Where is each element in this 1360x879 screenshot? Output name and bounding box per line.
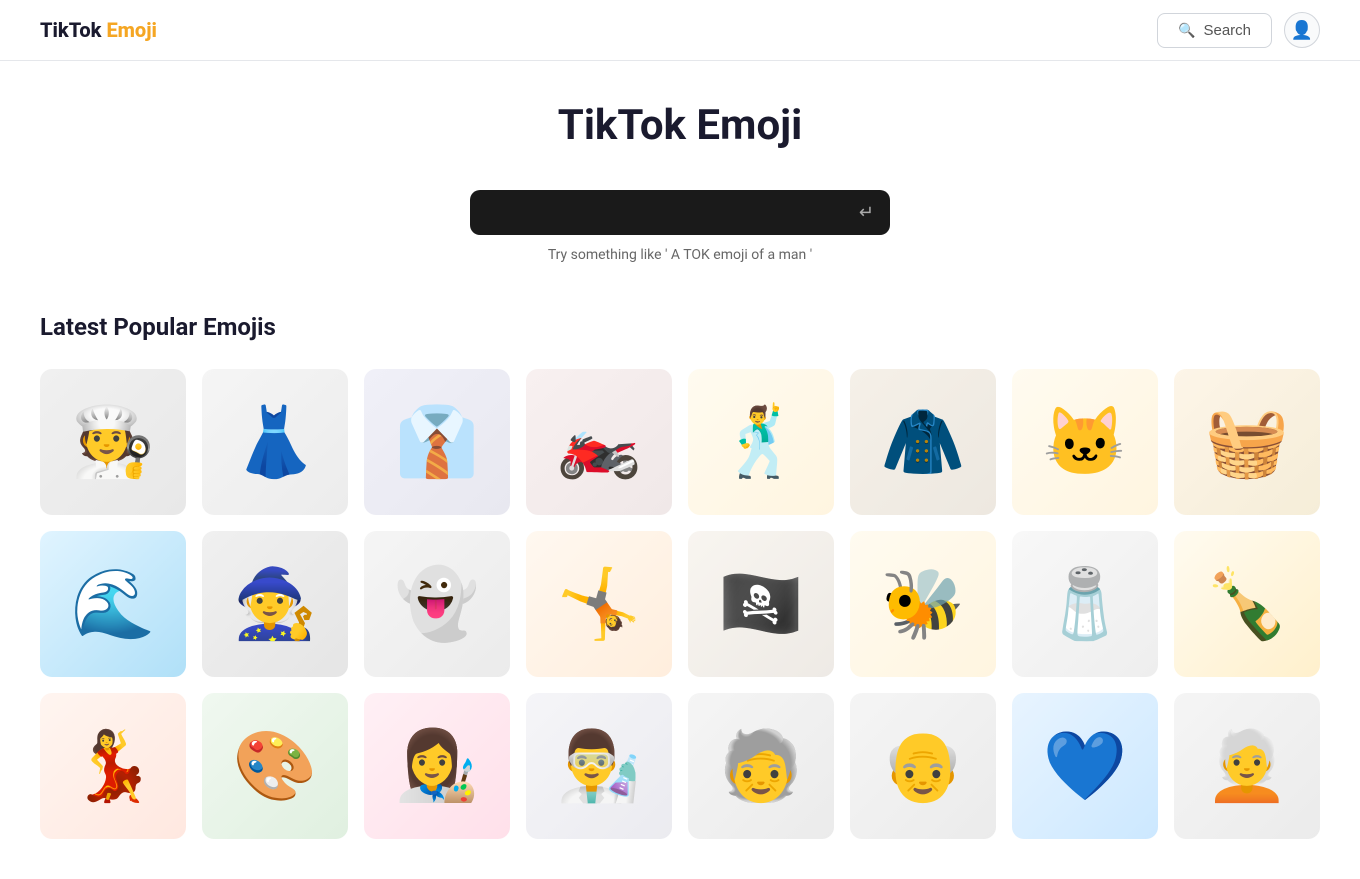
emoji-card-dancing-man[interactable]: 🕺 <box>688 369 834 515</box>
search-icon: 🔍 <box>1178 22 1195 39</box>
emoji-card-frida-2[interactable]: 🎨 <box>202 693 348 839</box>
search-container: ↵ <box>40 190 1320 235</box>
emoji-card-tequila-bottle[interactable]: 🍾 <box>1174 531 1320 677</box>
user-profile-button[interactable]: 👤 <box>1284 12 1320 48</box>
search-button-label: Search <box>1203 22 1251 39</box>
emoji-card-falling-person[interactable]: 🤸 <box>526 531 672 677</box>
emoji-card-einstein-sitting[interactable]: 👨‍🔬 <box>526 693 672 839</box>
emoji-card-motorcycle[interactable]: 🏍️ <box>526 369 672 515</box>
search-input[interactable] <box>486 204 849 222</box>
emoji-card-pirate-kid[interactable]: 🏴‍☠️ <box>688 531 834 677</box>
enter-icon[interactable]: ↵ <box>859 202 874 223</box>
emoji-card-salt-shaker[interactable]: 🧂 <box>1012 531 1158 677</box>
emoji-card-frida-1[interactable]: 💃 <box>40 693 186 839</box>
emoji-card-basket[interactable]: 🧺 <box>1174 369 1320 515</box>
emoji-card-einstein-chair[interactable]: 🧓 <box>688 693 834 839</box>
emoji-card-ocean-scene[interactable]: 🌊 <box>40 531 186 677</box>
logo-tiktok: TikTok <box>40 18 101 42</box>
emoji-grid: 🧑‍🍳 👗 👔 🏍️ 🕺 🧥 🐱 🧺 <box>40 369 1320 839</box>
emoji-card-ocean-heart[interactable]: 💙 <box>1012 693 1158 839</box>
search-hint: Try something like ' A TOK emoji of a ma… <box>40 247 1320 263</box>
emoji-card-frida-3[interactable]: 👩‍🎨 <box>364 693 510 839</box>
logo[interactable]: TikTok Emoji <box>40 18 157 42</box>
emoji-card-blonde-bartender[interactable]: 🧑‍🍳 <box>40 369 186 515</box>
header-right: 🔍 Search 👤 <box>1157 12 1320 48</box>
emoji-card-gnome[interactable]: 🧙 <box>202 531 348 677</box>
header: TikTok Emoji 🔍 Search 👤 <box>0 0 1360 61</box>
emoji-card-bee[interactable]: 🐝 <box>850 531 996 677</box>
header-search-button[interactable]: 🔍 Search <box>1157 13 1272 48</box>
emoji-card-gray-dress[interactable]: 👗 <box>202 369 348 515</box>
main-content: TikTok Emoji ↵ Try something like ' A TO… <box>0 61 1360 879</box>
emoji-card-cat-character[interactable]: 🐱 <box>1012 369 1158 515</box>
emoji-card-older-man-suit[interactable]: 👔 <box>364 369 510 515</box>
search-bar: ↵ <box>470 190 890 235</box>
emoji-card-einstein-face[interactable]: 🧑‍🦳 <box>1174 693 1320 839</box>
emoji-card-hooded-ghost[interactable]: 👻 <box>364 531 510 677</box>
emoji-card-einstein-old[interactable]: 👴 <box>850 693 996 839</box>
page-title: TikTok Emoji <box>40 101 1320 150</box>
logo-emoji: Emoji <box>101 18 156 42</box>
section-title: Latest Popular Emojis <box>40 313 1320 341</box>
emoji-card-hooded-person[interactable]: 🧥 <box>850 369 996 515</box>
user-icon: 👤 <box>1291 20 1313 41</box>
